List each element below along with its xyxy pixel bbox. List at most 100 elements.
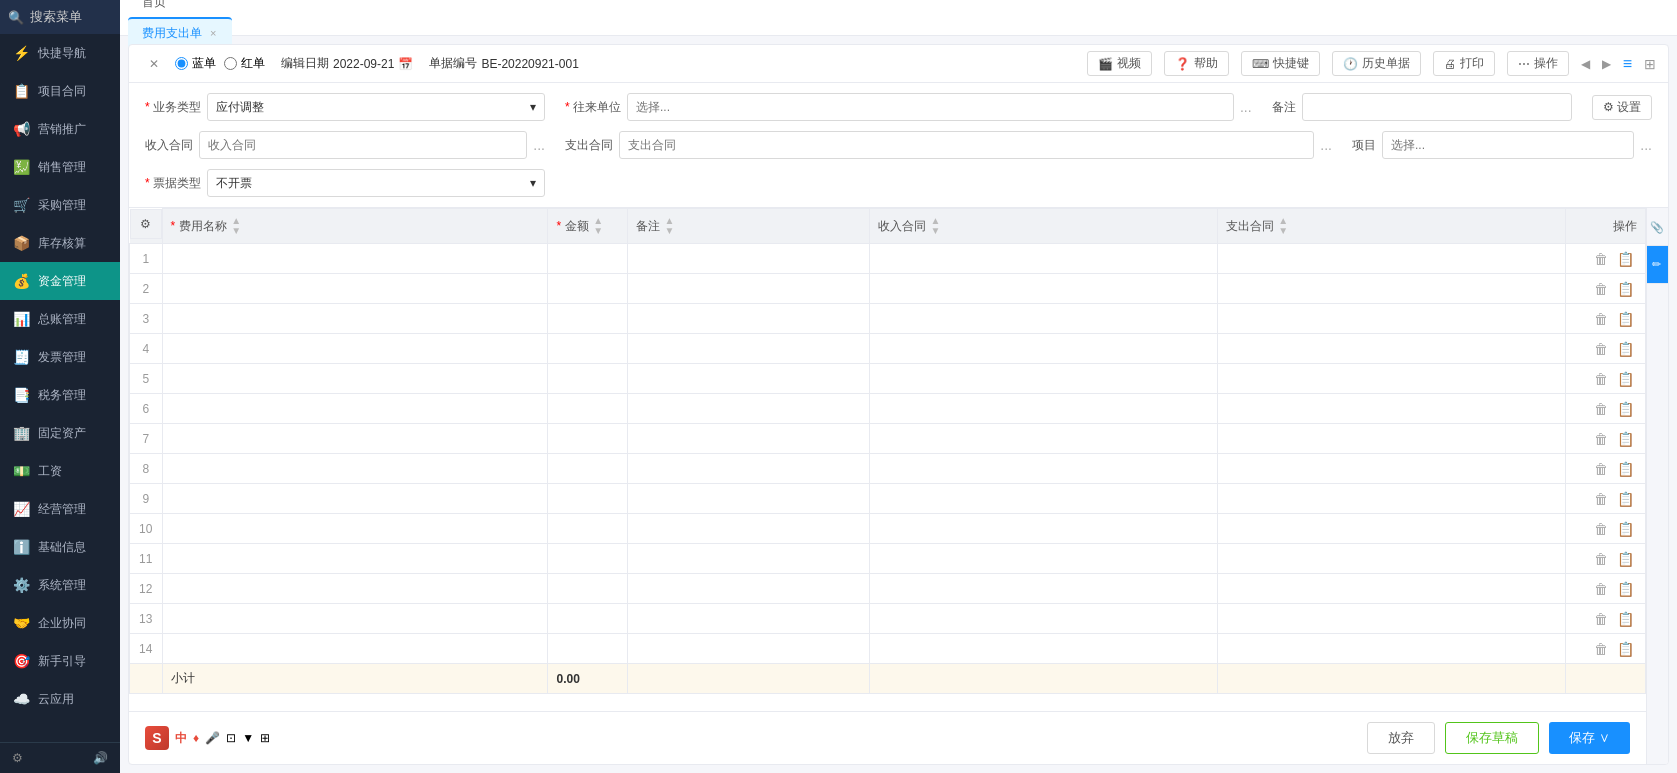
tab-0[interactable]: 首页 xyxy=(128,0,232,17)
row-income-contract[interactable] xyxy=(870,514,1218,544)
row-expense-name[interactable] xyxy=(162,274,548,304)
expense-contract-dots[interactable]: ... xyxy=(1320,137,1332,153)
copy-row-btn[interactable]: 📋 xyxy=(1614,579,1637,599)
copy-row-btn[interactable]: 📋 xyxy=(1614,459,1637,479)
row-income-contract[interactable] xyxy=(870,304,1218,334)
sidebar-item-enterprise[interactable]: 🤝企业协同 xyxy=(0,604,120,642)
row-income-contract[interactable] xyxy=(870,394,1218,424)
delete-row-btn[interactable]: 🗑 xyxy=(1591,639,1611,659)
row-income-contract[interactable] xyxy=(870,604,1218,634)
row-expense-contract[interactable] xyxy=(1218,334,1566,364)
row-expense-contract[interactable] xyxy=(1218,604,1566,634)
row-expense-name[interactable] xyxy=(162,364,548,394)
tab-close-1[interactable]: × xyxy=(208,25,218,41)
project-input[interactable] xyxy=(1382,131,1634,159)
sidebar-item-sales[interactable]: 💹销售管理 xyxy=(0,148,120,186)
row-amount[interactable] xyxy=(548,574,628,604)
row-expense-contract[interactable] xyxy=(1218,634,1566,664)
row-expense-contract[interactable] xyxy=(1218,394,1566,424)
print-btn[interactable]: 🖨 打印 xyxy=(1433,51,1495,76)
copy-row-btn[interactable]: 📋 xyxy=(1614,369,1637,389)
row-remark[interactable] xyxy=(628,574,870,604)
income-contract-input[interactable] xyxy=(199,131,527,159)
row-expense-name[interactable] xyxy=(162,574,548,604)
doc-close-button[interactable]: ✕ xyxy=(149,57,159,71)
row-expense-contract[interactable] xyxy=(1218,454,1566,484)
row-income-contract[interactable] xyxy=(870,574,1218,604)
delete-row-btn[interactable]: 🗑 xyxy=(1591,579,1611,599)
sidebar-item-system[interactable]: ⚙️系统管理 xyxy=(0,566,120,604)
copy-row-btn[interactable]: 📋 xyxy=(1614,279,1637,299)
counterpart-input[interactable] xyxy=(627,93,1234,121)
view-list-btn[interactable]: ≡ xyxy=(1623,55,1632,73)
sidebar-item-inventory[interactable]: 📦库存核算 xyxy=(0,224,120,262)
copy-row-btn[interactable]: 📋 xyxy=(1614,639,1637,659)
row-expense-name[interactable] xyxy=(162,454,548,484)
side-tab-edit[interactable]: ✏ xyxy=(1647,246,1668,284)
save-draft-button[interactable]: 保存草稿 xyxy=(1445,722,1539,754)
row-expense-name[interactable] xyxy=(162,424,548,454)
row-expense-name[interactable] xyxy=(162,244,548,274)
row-remark[interactable] xyxy=(628,274,870,304)
row-expense-contract[interactable] xyxy=(1218,574,1566,604)
sidebar-item-purchase[interactable]: 🛒采购管理 xyxy=(0,186,120,224)
side-tab-attachment[interactable]: 📎 xyxy=(1647,208,1668,246)
copy-row-btn[interactable]: 📋 xyxy=(1614,399,1637,419)
project-dots[interactable]: ... xyxy=(1640,137,1652,153)
view-grid-btn[interactable]: ⊞ xyxy=(1644,56,1656,72)
settings-btn[interactable]: ⚙ 设置 xyxy=(1592,95,1652,120)
sidebar-item-marketing[interactable]: 📢营销推广 xyxy=(0,110,120,148)
delete-row-btn[interactable]: 🗑 xyxy=(1591,309,1611,329)
row-expense-name[interactable] xyxy=(162,544,548,574)
sidebar-item-quick-nav[interactable]: ⚡快捷导航 xyxy=(0,34,120,72)
row-remark[interactable] xyxy=(628,514,870,544)
row-expense-contract[interactable] xyxy=(1218,364,1566,394)
row-income-contract[interactable] xyxy=(870,364,1218,394)
more-actions-btn[interactable]: ⋯ 操作 xyxy=(1507,51,1569,76)
copy-row-btn[interactable]: 📋 xyxy=(1614,309,1637,329)
help-btn[interactable]: ❓ 帮助 xyxy=(1164,51,1229,76)
row-amount[interactable] xyxy=(548,394,628,424)
row-expense-contract[interactable] xyxy=(1218,274,1566,304)
delete-row-btn[interactable]: 🗑 xyxy=(1591,249,1611,269)
row-income-contract[interactable] xyxy=(870,274,1218,304)
row-expense-contract[interactable] xyxy=(1218,304,1566,334)
copy-row-btn[interactable]: 📋 xyxy=(1614,339,1637,359)
row-expense-name[interactable] xyxy=(162,304,548,334)
settings-icon[interactable]: ⚙ xyxy=(12,751,23,765)
sidebar-search[interactable]: 🔍 搜索菜单 xyxy=(0,0,120,34)
row-amount[interactable] xyxy=(548,424,628,454)
row-expense-name[interactable] xyxy=(162,394,548,424)
tab-1[interactable]: 费用支出单× xyxy=(128,17,232,48)
delete-row-btn[interactable]: 🗑 xyxy=(1591,609,1611,629)
row-income-contract[interactable] xyxy=(870,244,1218,274)
row-income-contract[interactable] xyxy=(870,334,1218,364)
row-amount[interactable] xyxy=(548,634,628,664)
row-amount[interactable] xyxy=(548,514,628,544)
sidebar-item-payroll[interactable]: 💵工资 xyxy=(0,452,120,490)
delete-row-btn[interactable]: 🗑 xyxy=(1591,429,1611,449)
row-amount[interactable] xyxy=(548,274,628,304)
row-amount[interactable] xyxy=(548,454,628,484)
save-button[interactable]: 保存 ∨ xyxy=(1549,722,1630,754)
row-remark[interactable] xyxy=(628,604,870,634)
row-amount[interactable] xyxy=(548,304,628,334)
delete-row-btn[interactable]: 🗑 xyxy=(1591,399,1611,419)
sidebar-item-basic-info[interactable]: ℹ️基础信息 xyxy=(0,528,120,566)
row-remark[interactable] xyxy=(628,364,870,394)
sidebar-item-cloud-apps[interactable]: ☁️云应用 xyxy=(0,680,120,718)
sidebar-item-finance[interactable]: 💰资金管理 xyxy=(0,262,120,300)
sidebar-item-fixed-assets[interactable]: 🏢固定资产 xyxy=(0,414,120,452)
sidebar-item-invoice[interactable]: 🧾发票管理 xyxy=(0,338,120,376)
row-remark[interactable] xyxy=(628,304,870,334)
expense-contract-input[interactable] xyxy=(619,131,1314,159)
row-remark[interactable] xyxy=(628,544,870,574)
row-expense-name[interactable] xyxy=(162,514,548,544)
row-expense-contract[interactable] xyxy=(1218,484,1566,514)
audio-icon[interactable]: 🔊 xyxy=(93,751,108,765)
copy-row-btn[interactable]: 📋 xyxy=(1614,519,1637,539)
delete-row-btn[interactable]: 🗑 xyxy=(1591,279,1611,299)
sidebar-item-new-guide[interactable]: 🎯新手引导 xyxy=(0,642,120,680)
row-remark[interactable] xyxy=(628,334,870,364)
row-expense-contract[interactable] xyxy=(1218,424,1566,454)
